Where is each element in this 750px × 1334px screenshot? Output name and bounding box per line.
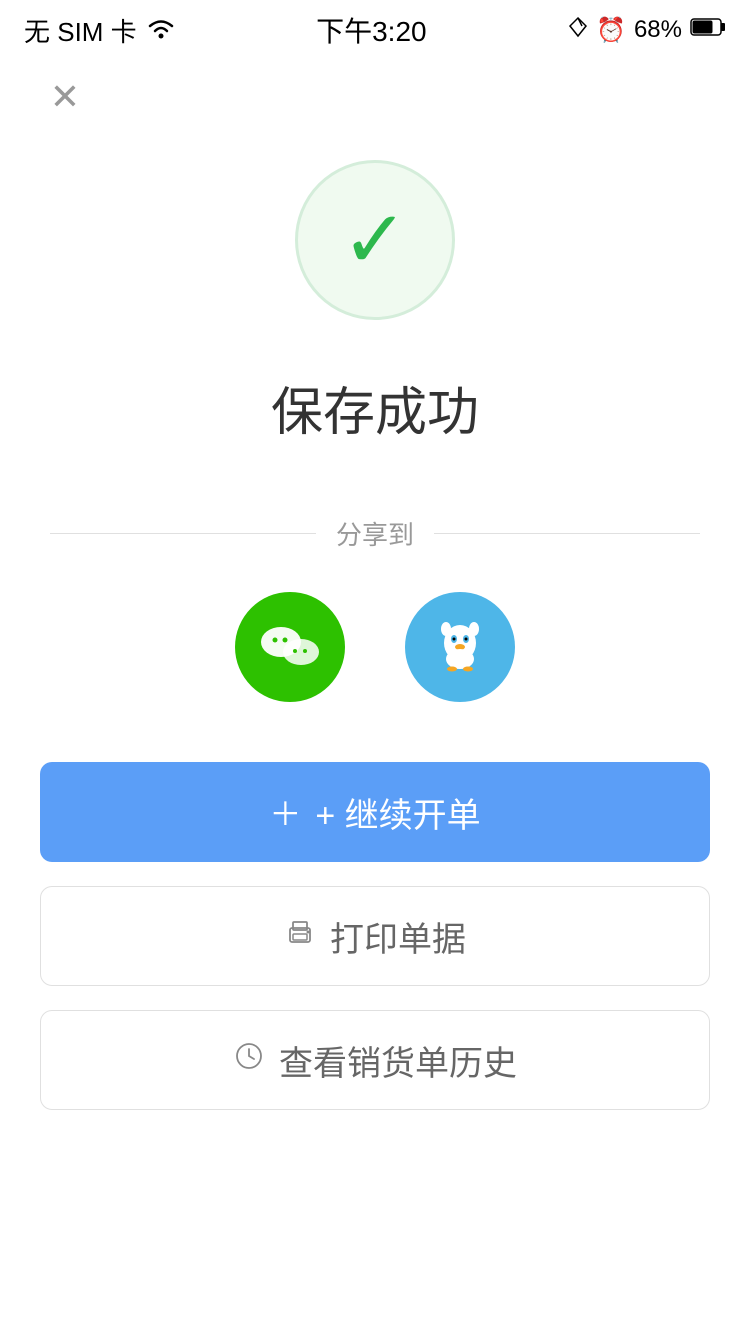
- share-icons: [235, 592, 515, 702]
- battery-text: 68%: [634, 16, 682, 44]
- alarm-icon: ⏰: [596, 16, 626, 45]
- wifi-icon: [147, 15, 175, 46]
- status-left: 无 SIM 卡: [24, 12, 175, 49]
- print-button[interactable]: 打印单据: [40, 886, 710, 986]
- status-right: ⏰ 68%: [568, 16, 726, 45]
- share-divider: 分享到: [0, 515, 750, 552]
- continue-order-label: + 继续开单: [315, 788, 480, 837]
- history-label: 查看销货单历史: [279, 1036, 517, 1085]
- location-icon: [568, 16, 588, 45]
- continue-order-button[interactable]: ＋ + 继续开单: [40, 762, 710, 862]
- share-label: 分享到: [336, 515, 414, 552]
- success-circle: ✓: [295, 160, 455, 320]
- plus-icon: ＋: [269, 789, 301, 835]
- print-label: 打印单据: [330, 912, 466, 961]
- printer-icon: [284, 916, 316, 956]
- share-section: 分享到: [0, 515, 750, 702]
- status-time: 下午3:20: [316, 10, 427, 50]
- divider-line-left: [50, 533, 316, 534]
- close-button[interactable]: ✕: [40, 72, 90, 122]
- checkmark-icon: ✓: [341, 200, 408, 280]
- action-buttons: ＋ + 继续开单 打印单据 查看销货单历史: [0, 762, 750, 1110]
- history-button[interactable]: 查看销货单历史: [40, 1010, 710, 1110]
- main-content: ✓ 保存成功 分享到: [0, 60, 750, 1110]
- qq-share-button[interactable]: [405, 592, 515, 702]
- battery-icon: [690, 16, 726, 44]
- close-icon: ✕: [50, 76, 80, 118]
- clock-icon: [233, 1040, 265, 1080]
- success-title: 保存成功: [271, 370, 479, 445]
- no-sim-text: 无 SIM 卡: [24, 12, 137, 49]
- divider-line-right: [434, 533, 700, 534]
- wechat-share-button[interactable]: [235, 592, 345, 702]
- status-bar: 无 SIM 卡 下午3:20 ⏰ 68%: [0, 0, 750, 60]
